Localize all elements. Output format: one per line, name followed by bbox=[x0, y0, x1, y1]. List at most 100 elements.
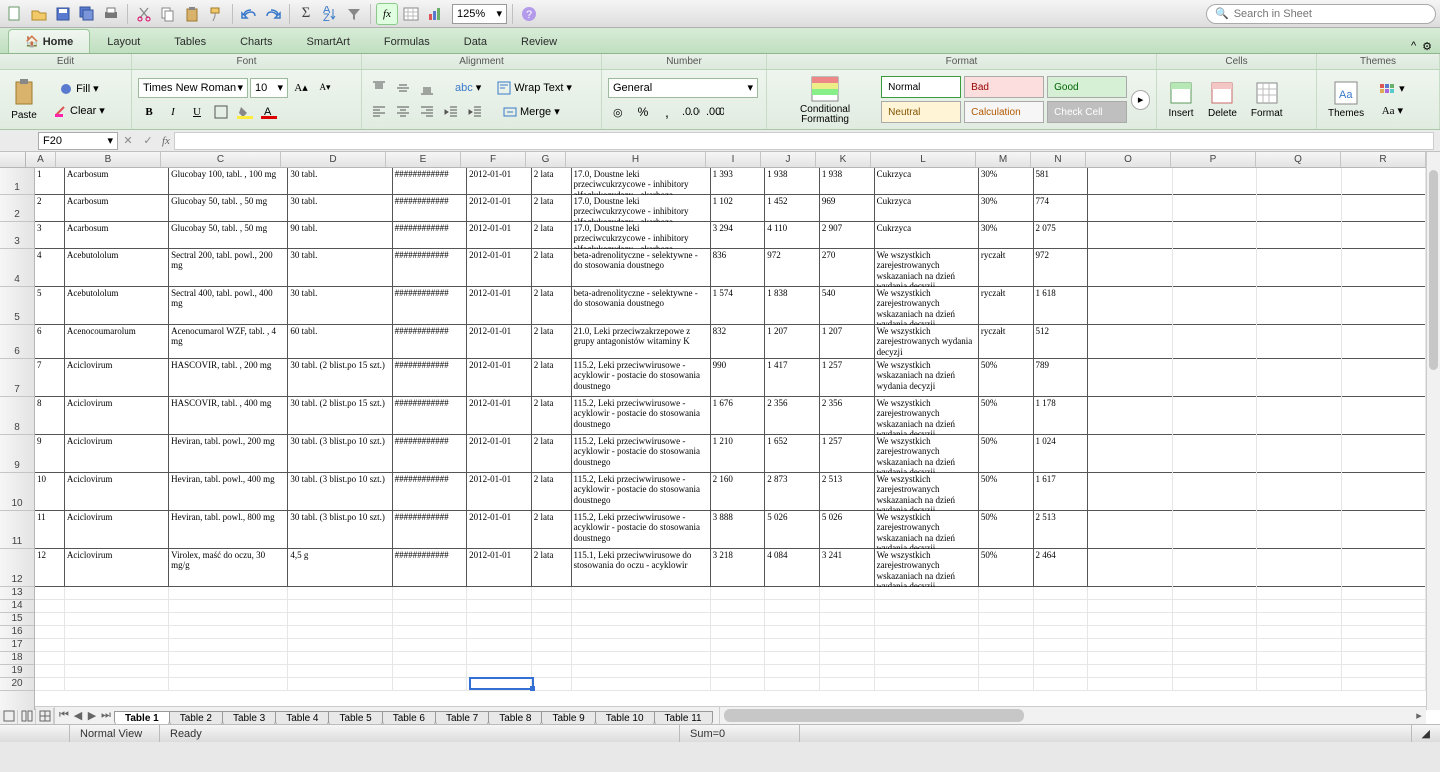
cell[interactable]: beta-adrenolityczne - selektywne - do st… bbox=[572, 287, 711, 325]
cell[interactable]: 2 075 bbox=[1034, 222, 1089, 249]
cell[interactable]: 17.0, Doustne leki przeciwcukrzycowe - i… bbox=[572, 168, 711, 195]
tab-nav-first-icon[interactable]: ⏮ bbox=[57, 708, 71, 724]
cell[interactable]: 115.1, Leki przeciwwirusowe do stosowani… bbox=[572, 549, 711, 587]
cell[interactable] bbox=[1173, 587, 1257, 600]
cell[interactable] bbox=[1257, 665, 1341, 678]
cell[interactable]: 1 938 bbox=[765, 168, 820, 195]
row-header[interactable]: 11 bbox=[0, 511, 34, 549]
cell[interactable]: 1 102 bbox=[711, 195, 766, 222]
cell[interactable] bbox=[572, 652, 711, 665]
increase-font-icon[interactable]: A▴ bbox=[290, 78, 312, 98]
cell[interactable] bbox=[1173, 473, 1257, 511]
cell[interactable]: Cukrzyca bbox=[875, 222, 979, 249]
cell[interactable] bbox=[393, 600, 468, 613]
cell[interactable] bbox=[1342, 359, 1426, 397]
cell[interactable]: 2 356 bbox=[820, 397, 875, 435]
cell[interactable]: Acenocoumarolum bbox=[65, 325, 169, 359]
cell[interactable] bbox=[1342, 511, 1426, 549]
cell[interactable] bbox=[820, 639, 875, 652]
tab-smartart[interactable]: SmartArt bbox=[290, 30, 367, 53]
cell[interactable]: 2012-01-01 bbox=[467, 359, 532, 397]
cell[interactable]: 115.2, Leki przeciwwirusowe - acyklowir … bbox=[572, 359, 711, 397]
cell[interactable] bbox=[1342, 168, 1426, 195]
cell[interactable] bbox=[1342, 287, 1426, 325]
select-all-corner[interactable] bbox=[0, 152, 26, 167]
theme-fonts-button[interactable]: Aa▾ bbox=[1373, 101, 1412, 121]
style-neutral[interactable]: Neutral bbox=[881, 101, 961, 123]
column-header[interactable]: H bbox=[566, 152, 706, 167]
row-header[interactable]: 13 bbox=[0, 587, 34, 600]
cell[interactable]: 1 417 bbox=[765, 359, 820, 397]
cell[interactable]: 21.0, Leki przeciwzakrzepowe z grupy ant… bbox=[572, 325, 711, 359]
cancel-formula-icon[interactable]: ✕ bbox=[118, 132, 138, 150]
row-header[interactable]: 3 bbox=[0, 222, 34, 249]
cell[interactable]: 1 207 bbox=[820, 325, 875, 359]
cell[interactable]: 60 tabl. bbox=[288, 325, 392, 359]
save-multi-icon[interactable] bbox=[76, 3, 98, 25]
cell[interactable]: 2 lata bbox=[532, 222, 572, 249]
cell[interactable]: 50% bbox=[979, 435, 1034, 473]
decrease-indent-icon[interactable] bbox=[440, 102, 462, 122]
row-header[interactable]: 4 bbox=[0, 249, 34, 287]
cell[interactable]: 50% bbox=[979, 397, 1034, 435]
cell[interactable]: 2012-01-01 bbox=[467, 287, 532, 325]
cell[interactable]: 2 356 bbox=[765, 397, 820, 435]
style-check-cell[interactable]: Check Cell bbox=[1047, 101, 1127, 123]
cell[interactable] bbox=[1173, 359, 1257, 397]
cell[interactable] bbox=[532, 626, 572, 639]
font-color-button[interactable]: A bbox=[258, 102, 280, 122]
cell[interactable] bbox=[65, 678, 169, 691]
cell[interactable]: 4 bbox=[35, 249, 65, 287]
cell[interactable] bbox=[765, 587, 820, 600]
cell[interactable]: 17.0, Doustne leki przeciwcukrzycowe - i… bbox=[572, 222, 711, 249]
decrease-font-icon[interactable]: A▾ bbox=[314, 78, 336, 98]
italic-button[interactable]: I bbox=[162, 102, 184, 122]
filter-icon[interactable] bbox=[343, 3, 365, 25]
cell[interactable]: ############ bbox=[393, 359, 468, 397]
cell[interactable] bbox=[572, 600, 711, 613]
cell[interactable]: 2 lata bbox=[532, 168, 572, 195]
orientation-button[interactable]: abc▾ bbox=[448, 78, 488, 98]
cell[interactable]: ############ bbox=[393, 168, 468, 195]
cell[interactable]: 30 tabl. bbox=[288, 195, 392, 222]
column-header[interactable]: O bbox=[1086, 152, 1171, 167]
cell[interactable]: 30 tabl. bbox=[288, 168, 392, 195]
cell[interactable]: We wszystkich zarejestrowanych wskazania… bbox=[875, 435, 979, 473]
themes-button[interactable]: AaThemes bbox=[1323, 77, 1369, 122]
cell[interactable]: 30 tabl. (3 blist.po 10 szt.) bbox=[288, 473, 392, 511]
cell[interactable]: ############ bbox=[393, 287, 468, 325]
cell[interactable]: ############ bbox=[393, 511, 468, 549]
cell[interactable]: 1 257 bbox=[820, 359, 875, 397]
cell[interactable] bbox=[572, 587, 711, 600]
wrap-text-button[interactable]: Wrap Text▾ bbox=[490, 78, 579, 98]
cell[interactable] bbox=[288, 587, 392, 600]
cell[interactable]: 11 bbox=[35, 511, 65, 549]
cell[interactable] bbox=[1257, 626, 1341, 639]
tab-nav-last-icon[interactable]: ⏭ bbox=[99, 708, 113, 724]
cell[interactable]: 30 tabl. bbox=[288, 249, 392, 287]
cell[interactable]: 990 bbox=[711, 359, 766, 397]
cell[interactable]: 5 bbox=[35, 287, 65, 325]
cell[interactable] bbox=[711, 639, 766, 652]
cell[interactable]: 1 676 bbox=[711, 397, 766, 435]
cell[interactable] bbox=[1257, 435, 1341, 473]
cell[interactable]: ############ bbox=[393, 473, 468, 511]
cell[interactable] bbox=[1342, 473, 1426, 511]
cell[interactable]: 115.2, Leki przeciwwirusowe - acyklowir … bbox=[572, 511, 711, 549]
cell[interactable] bbox=[875, 613, 979, 626]
cell[interactable] bbox=[1173, 626, 1257, 639]
cell[interactable]: Aciclovirum bbox=[65, 359, 169, 397]
cell[interactable] bbox=[875, 678, 979, 691]
cell[interactable] bbox=[1088, 652, 1172, 665]
cell[interactable] bbox=[1088, 613, 1172, 626]
cell[interactable]: 30 tabl. (2 blist.po 15 szt.) bbox=[288, 359, 392, 397]
cell[interactable]: Glucobay 50, tabl. , 50 mg bbox=[169, 222, 288, 249]
cell[interactable] bbox=[1088, 435, 1172, 473]
cell[interactable] bbox=[467, 665, 532, 678]
cell[interactable] bbox=[65, 600, 169, 613]
cell[interactable] bbox=[1034, 639, 1089, 652]
cell[interactable] bbox=[1257, 287, 1341, 325]
cell[interactable] bbox=[393, 626, 468, 639]
cell[interactable] bbox=[765, 626, 820, 639]
redo-icon[interactable] bbox=[262, 3, 284, 25]
